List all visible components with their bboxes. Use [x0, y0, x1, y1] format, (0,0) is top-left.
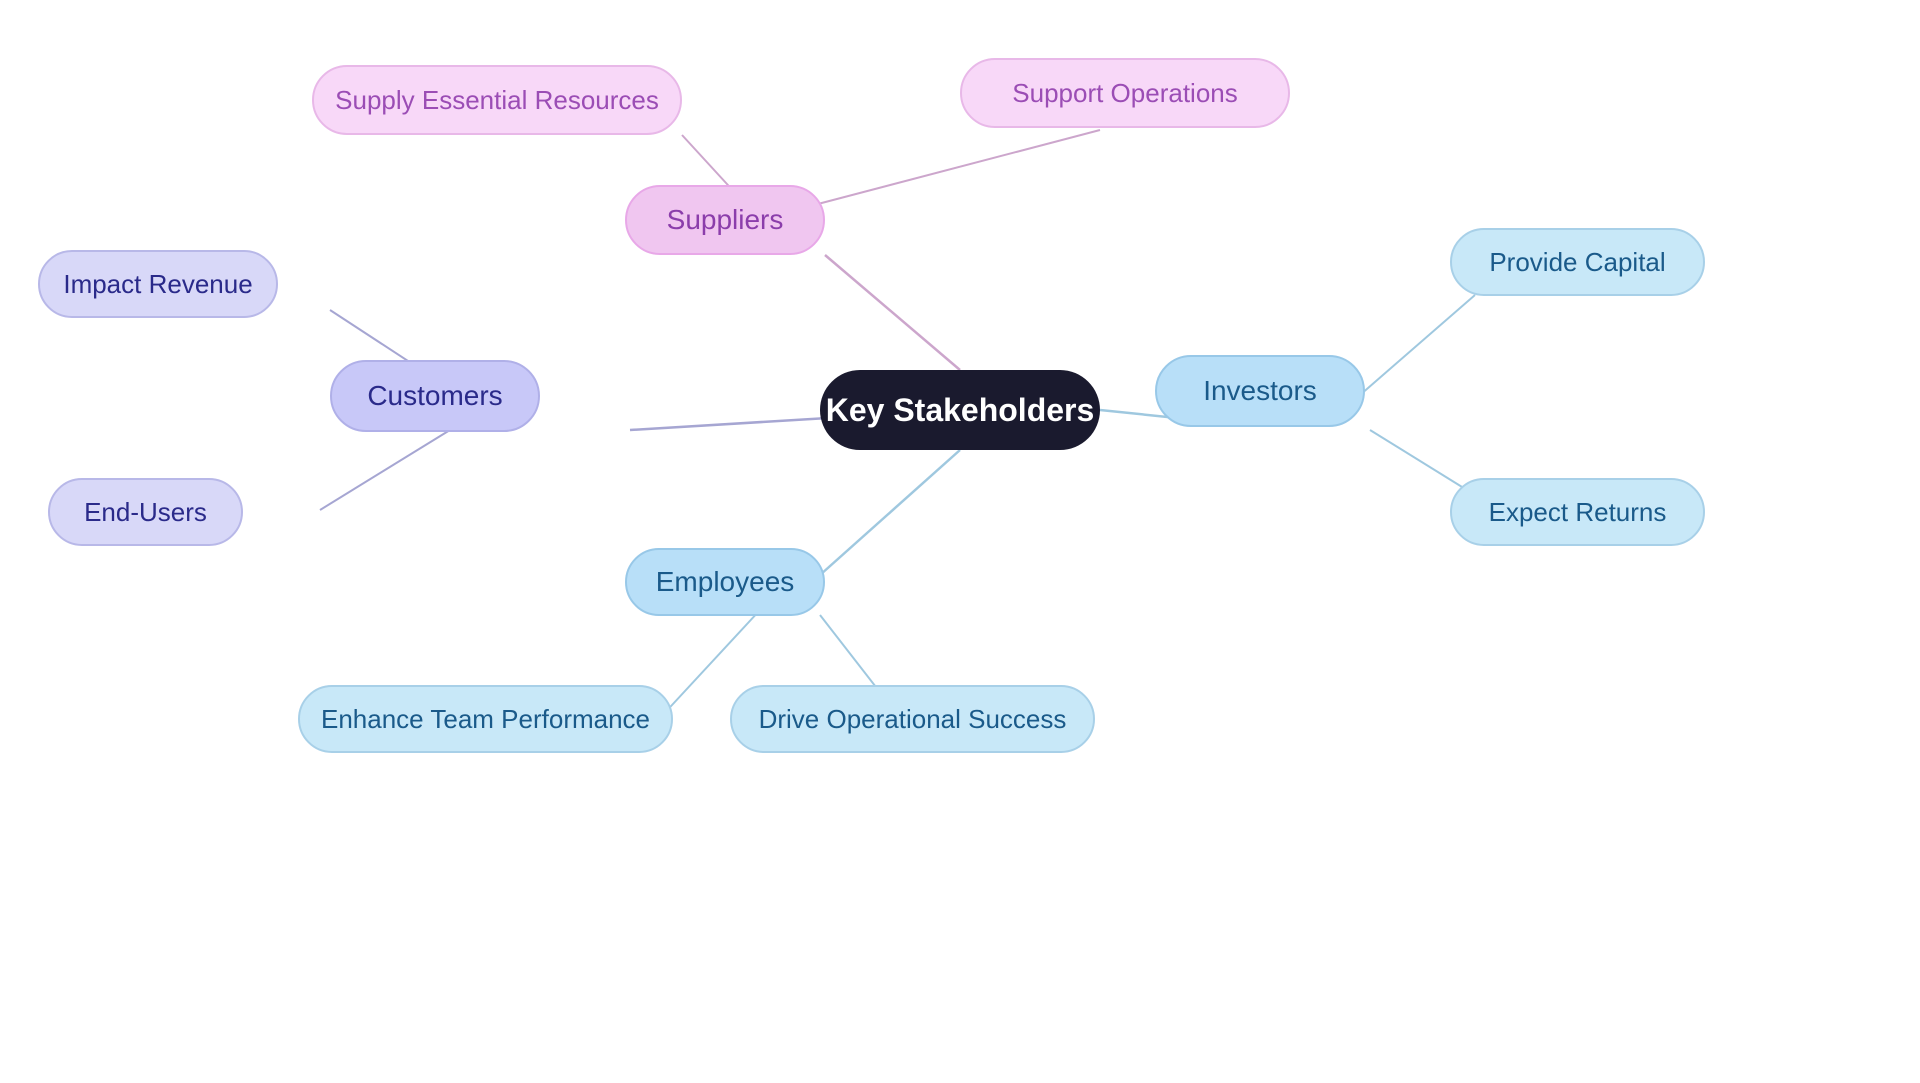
expect-returns-label: Expect Returns: [1489, 497, 1667, 528]
investors-label: Investors: [1203, 375, 1317, 407]
support-ops-node: Support Operations: [960, 58, 1290, 128]
impact-revenue-label: Impact Revenue: [63, 269, 252, 300]
end-users-node: End-Users: [48, 478, 243, 546]
suppliers-node: Suppliers: [625, 185, 825, 255]
center-node: Key Stakeholders: [820, 370, 1100, 450]
customers-label: Customers: [367, 380, 502, 412]
center-label: Key Stakeholders: [826, 392, 1095, 429]
end-users-label: End-Users: [84, 497, 207, 528]
drive-ops-label: Drive Operational Success: [759, 704, 1067, 735]
enhance-team-node: Enhance Team Performance: [298, 685, 673, 753]
employees-node: Employees: [625, 548, 825, 616]
customers-node: Customers: [330, 360, 540, 432]
expect-returns-node: Expect Returns: [1450, 478, 1705, 546]
enhance-team-label: Enhance Team Performance: [321, 704, 650, 735]
employees-label: Employees: [656, 566, 795, 598]
provide-capital-label: Provide Capital: [1489, 247, 1665, 278]
supply-essential-label: Supply Essential Resources: [335, 85, 659, 116]
drive-ops-node: Drive Operational Success: [730, 685, 1095, 753]
supply-essential-node: Supply Essential Resources: [312, 65, 682, 135]
suppliers-label: Suppliers: [667, 204, 784, 236]
provide-capital-node: Provide Capital: [1450, 228, 1705, 296]
investors-node: Investors: [1155, 355, 1365, 427]
impact-revenue-node: Impact Revenue: [38, 250, 278, 318]
support-ops-label: Support Operations: [1012, 78, 1237, 109]
